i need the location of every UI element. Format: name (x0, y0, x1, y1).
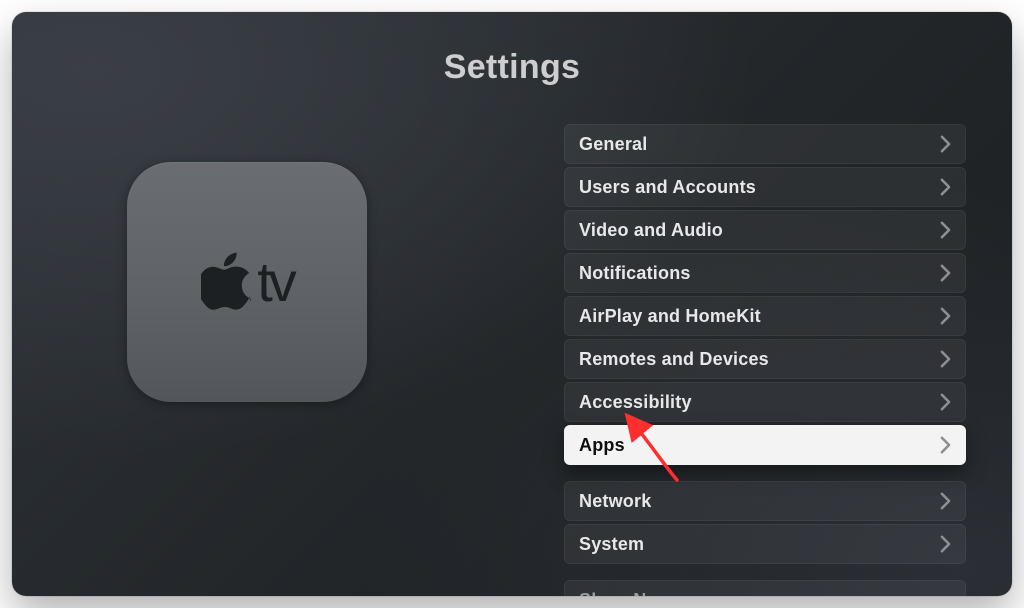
brand-text: tv (257, 254, 293, 310)
chevron-right-icon (940, 436, 951, 454)
chevron-right-icon (940, 535, 951, 553)
settings-screen: Settings tv General Users and Accounts Vid… (12, 12, 1012, 596)
menu-item-label: Network (579, 491, 940, 512)
menu-item-label: Remotes and Devices (579, 349, 940, 370)
chevron-right-icon (940, 178, 951, 196)
menu-item-system[interactable]: System (564, 524, 966, 564)
menu-item-apps[interactable]: Apps (564, 425, 966, 465)
menu-item-label: Apps (579, 435, 940, 456)
chevron-right-icon (940, 492, 951, 510)
page-title: Settings (12, 48, 1012, 87)
menu-item-users[interactable]: Users and Accounts (564, 167, 966, 207)
chevron-right-icon (940, 264, 951, 282)
menu-item-label: System (579, 534, 940, 555)
chevron-right-icon (940, 393, 951, 411)
menu-item-label: Notifications (579, 263, 940, 284)
menu-group: Network System (564, 481, 966, 564)
settings-menu: General Users and Accounts Video and Audio… (564, 124, 966, 596)
menu-item-general[interactable]: General (564, 124, 966, 164)
menu-item-accessibility[interactable]: Accessibility (564, 382, 966, 422)
menu-item-label: Users and Accounts (579, 177, 940, 198)
menu-item-label: Sleep Now (579, 590, 940, 597)
chevron-right-icon (940, 307, 951, 325)
menu-item-remotes[interactable]: Remotes and Devices (564, 339, 966, 379)
menu-group: Sleep Now (564, 580, 966, 596)
menu-item-label: General (579, 134, 940, 155)
chevron-right-icon (940, 221, 951, 239)
menu-item-video[interactable]: Video and Audio (564, 210, 966, 250)
menu-group: General Users and Accounts Video and Audio… (564, 124, 966, 465)
menu-item-notifications[interactable]: Notifications (564, 253, 966, 293)
chevron-right-icon (940, 350, 951, 368)
chevron-right-icon (940, 135, 951, 153)
device-tile: tv (127, 162, 367, 402)
menu-item-airplay[interactable]: AirPlay and HomeKit (564, 296, 966, 336)
menu-item-label: AirPlay and HomeKit (579, 306, 940, 327)
menu-item-sleep[interactable]: Sleep Now (564, 580, 966, 596)
menu-item-network[interactable]: Network (564, 481, 966, 521)
menu-item-label: Accessibility (579, 392, 940, 413)
device-label: tv (201, 252, 293, 312)
apple-logo-icon (201, 252, 251, 312)
menu-item-label: Video and Audio (579, 220, 940, 241)
